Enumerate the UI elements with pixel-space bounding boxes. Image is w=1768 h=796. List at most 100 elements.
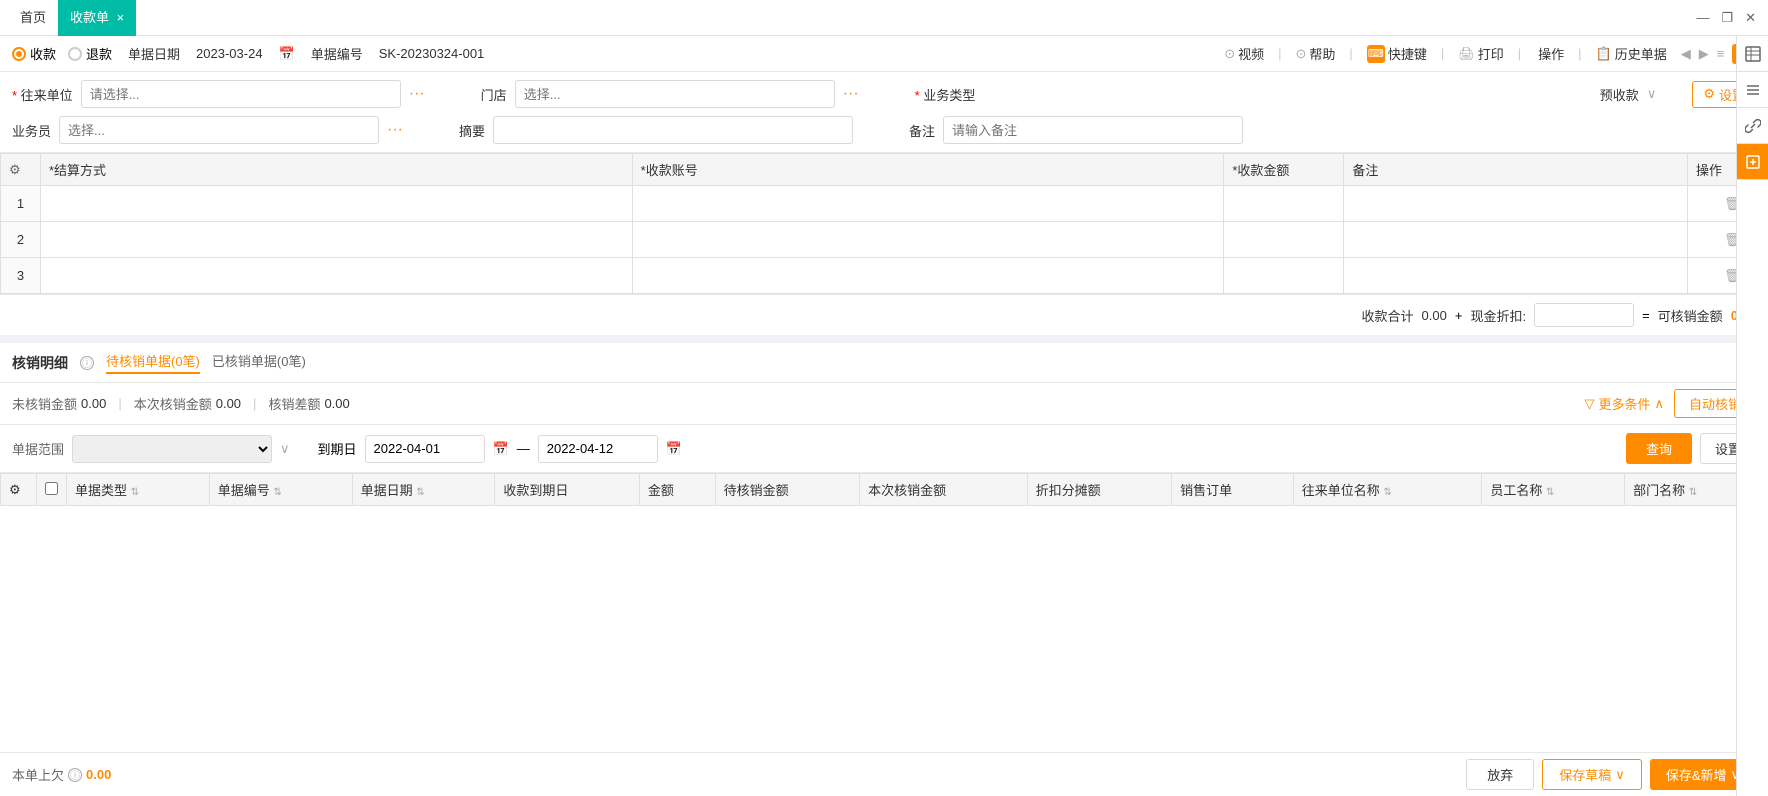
account-cell-1[interactable] [632,186,1224,222]
abandon-button[interactable]: 放弃 [1466,759,1534,790]
sidebar-icon-list[interactable] [1737,72,1768,108]
save-draft-chevron: ∨ [1615,767,1625,783]
net-label: 可核销金额 [1658,306,1723,325]
gear-icon-setup: ⚙ [1703,86,1715,102]
save-draft-button[interactable]: 保存草稿 ∨ [1542,759,1642,790]
filter-icon: ▽ [1584,396,1594,412]
th-remarks: 备注 [1344,154,1688,186]
date-label: 单据日期 [128,44,180,63]
counterparty-more-btn[interactable]: ··· [409,85,425,103]
nav-home-tab[interactable]: 首页 [8,0,58,36]
biz-type-dropdown-icon[interactable]: ∨ [1647,86,1657,102]
amount-cell-1[interactable] [1224,186,1344,222]
footer-bar: 本单上欠 ⓘ 0.00 放弃 保存草稿 ∨ 保存&新增 ∨ [0,752,1768,796]
counterparty-input[interactable] [81,80,401,108]
th-btm-current: 本次核销金额 [860,474,1027,506]
sort-dept-icon[interactable]: ⇅ [1689,487,1697,498]
store-more-btn[interactable]: ··· [843,85,859,103]
radio-refund-circle [68,47,82,61]
amount-cell-2[interactable] [1224,222,1344,258]
store-input[interactable] [515,80,835,108]
staff-input[interactable] [59,116,379,144]
table-settings-icon[interactable]: ⚙ [9,162,21,177]
print-btn[interactable]: 🖨 打印 [1452,42,1510,65]
prev-bill-label: 本单上欠 [12,765,64,784]
payment-type-group: 收款 退款 [12,44,112,63]
sep4: | [1518,46,1521,61]
settlement-cell-3[interactable] [41,258,633,294]
stat-unverified: 未核销金额 0.00 [12,394,106,413]
settlement-cell-1[interactable] [41,186,633,222]
th-btm-checkbox[interactable] [37,474,67,506]
window-close-btn[interactable]: ✕ [1741,8,1760,28]
sidebar-icon-table[interactable] [1737,36,1768,72]
select-all-checkbox[interactable] [45,482,58,495]
summary-input[interactable] [493,116,853,144]
nav-right-btn[interactable]: ▶ [1699,46,1709,62]
collection-table-area: ⚙ *结算方式 *收款账号 *收款金额 备注 [0,153,1768,294]
sort-cp-icon[interactable]: ⇅ [1383,487,1391,498]
th-account: *收款账号 [632,154,1224,186]
range-dropdown-icon[interactable]: ∨ [280,441,290,457]
staff-more-btn[interactable]: ··· [387,121,403,139]
account-cell-3[interactable] [632,258,1224,294]
biz-type-label: 业务类型 [915,85,976,104]
window-minimize-btn[interactable]: — [1692,8,1713,27]
more-conditions-btn[interactable]: ▽ 更多条件 ∧ [1584,394,1664,413]
footer-info-icon[interactable]: ⓘ [68,768,82,782]
ops-btn[interactable]: 操作 [1529,42,1570,65]
radio-collection[interactable]: 收款 [12,44,56,63]
remarks-input[interactable] [943,116,1243,144]
verification-info-icon[interactable]: ⓘ [80,356,94,370]
date-to-input[interactable] [538,435,658,463]
verification-section: 核销明细 ⓘ 待核销单据(0笔) 已核销单据(0笔) 未核销金额 0.00 | … [0,343,1768,752]
th-btm-settings[interactable]: ⚙ [1,474,37,506]
sep3: | [1441,46,1444,61]
radio-refund[interactable]: 退款 [68,44,112,63]
done-tab[interactable]: 已核销单据(0笔) [212,351,306,374]
stat-diff: 核销差额 0.00 [268,394,349,413]
list-view-icon[interactable]: ≡ [1717,46,1725,61]
range-select[interactable] [72,435,272,463]
date-value: 2023-03-24 [196,46,263,61]
calendar-icon[interactable]: 📅 [279,46,295,62]
history-btn[interactable]: 📋 历史单据 [1590,42,1673,65]
remarks-cell-1[interactable] [1344,186,1688,222]
remarks-label: 备注 [909,121,935,140]
help-btn[interactable]: ⊙ 帮助 [1290,42,1342,65]
counterparty-label: 往来单位 [12,85,73,104]
stats-filter-row: 未核销金额 0.00 | 本次核销金额 0.00 | 核销差额 0.00 ▽ 更… [0,383,1768,425]
tab-close-icon[interactable]: × [117,10,125,25]
collection-total-label: 收款合计 [1362,306,1414,325]
discount-input[interactable] [1534,303,1634,327]
th-btm-staff: 员工名称 ⇅ [1482,474,1625,506]
video-btn[interactable]: ⊙ 视频 [1218,42,1270,65]
shortcut-btn[interactable]: ⌨ 快捷键 [1361,42,1433,65]
sidebar-icon-active[interactable] [1737,144,1768,180]
sort-date-icon[interactable]: ⇅ [416,487,424,498]
video-icon: ⊙ [1224,46,1235,62]
nav-left-btn[interactable]: ◀ [1681,46,1691,62]
prev-bill-value: 0.00 [86,767,111,782]
remarks-cell-3[interactable] [1344,258,1688,294]
amount-cell-3[interactable] [1224,258,1344,294]
query-button[interactable]: 查询 [1626,433,1692,464]
date-from-input[interactable] [365,435,485,463]
remarks-cell-2[interactable] [1344,222,1688,258]
pending-tab[interactable]: 待核销单据(0笔) [106,351,200,374]
calendar-to-icon[interactable]: 📅 [666,441,682,457]
toolbar-row: 收款 退款 单据日期 2023-03-24 📅 单据编号 SK-20230324… [0,36,1768,72]
form-row-1: 往来单位 ··· 门店 ··· 业务类型 预收款 ∨ ⚙ 设置 [12,80,1756,108]
verification-actions: ▽ 更多条件 ∧ 自动核销 [1584,389,1756,418]
nav-active-tab[interactable]: 收款单 × [58,0,136,36]
sort-staff-icon[interactable]: ⇅ [1546,487,1554,498]
calendar-from-icon[interactable]: 📅 [493,441,509,457]
plus-sign: + [1455,308,1463,323]
sort-type-icon[interactable]: ⇅ [131,487,139,498]
sort-billnum-icon[interactable]: ⇅ [273,487,281,498]
sidebar-icon-link[interactable] [1737,108,1768,144]
settlement-cell-2[interactable] [41,222,633,258]
account-cell-2[interactable] [632,222,1224,258]
bottom-data-table: ⚙ 单据类型 ⇅ 单据编号 ⇅ [0,473,1768,506]
window-restore-btn[interactable]: ❐ [1717,8,1737,28]
